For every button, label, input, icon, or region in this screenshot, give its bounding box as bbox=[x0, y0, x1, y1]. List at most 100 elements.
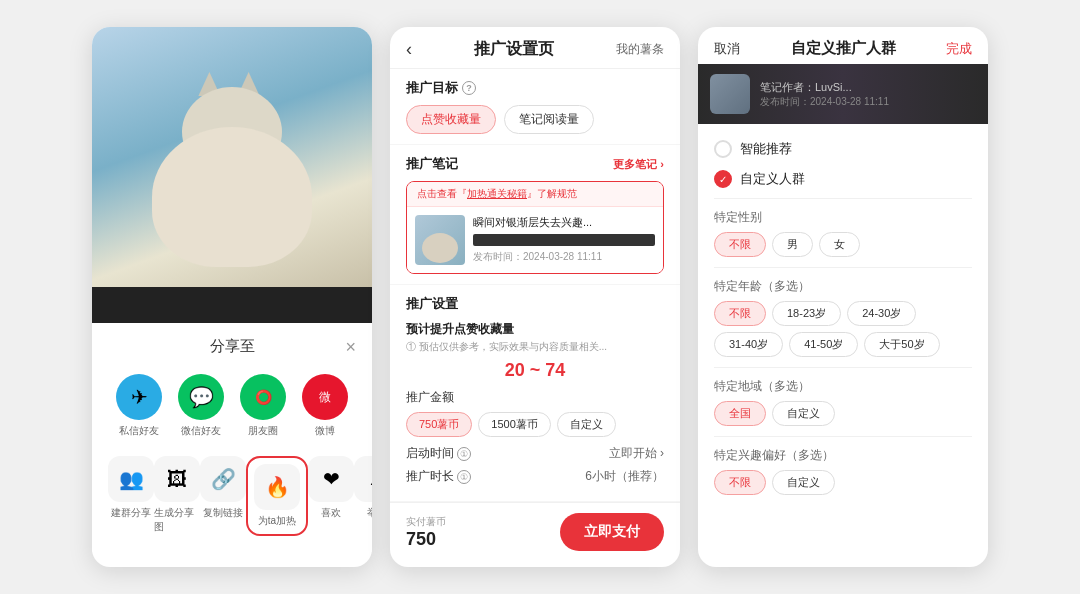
interest-btn-unlimited[interactable]: 不限 bbox=[714, 470, 766, 495]
note-section-title-row: 推广笔记 更多笔记 › bbox=[406, 155, 664, 173]
divider2 bbox=[714, 267, 972, 268]
gender-btn-unlimited[interactable]: 不限 bbox=[714, 232, 766, 257]
share-icons-row2: 👥 建群分享 🖼 生成分享图 🔗 复制链接 🔥 为ta加热 ❤ 喜欢 bbox=[92, 452, 372, 552]
share-moments[interactable]: ⭕ 朋友圈 bbox=[240, 374, 286, 438]
duration-info-icon[interactable]: ① bbox=[457, 470, 471, 484]
cat-photo bbox=[92, 27, 372, 287]
goal-btn-group: 点赞收藏量 笔记阅读量 bbox=[406, 105, 664, 134]
duration-label: 推广时长 ① bbox=[406, 468, 471, 485]
goal-section-title: 推广目标 ? bbox=[406, 79, 664, 97]
age-btn-unlimited[interactable]: 不限 bbox=[714, 301, 766, 326]
share-group[interactable]: 👥 建群分享 bbox=[108, 456, 154, 536]
divider4 bbox=[714, 436, 972, 437]
boost-label: 为ta加热 bbox=[258, 514, 296, 528]
age-btn-41-50[interactable]: 41-50岁 bbox=[789, 332, 858, 357]
promotion-settings-screen: ‹ 推广设置页 我的薯条 推广目标 ? 点赞收藏量 笔记阅读量 推广笔记 更多笔… bbox=[390, 27, 680, 567]
age-filter-btns: 不限 18-23岁 24-30岁 31-40岁 41-50岁 大于50岁 bbox=[714, 301, 972, 357]
goal-btn-likes[interactable]: 点赞收藏量 bbox=[406, 105, 496, 134]
amount-btn-custom[interactable]: 自定义 bbox=[557, 412, 616, 437]
smart-radio[interactable] bbox=[714, 140, 732, 158]
copy-link-icon: 🔗 bbox=[200, 456, 246, 502]
amount-btn-750[interactable]: 750薯币 bbox=[406, 412, 472, 437]
region-btn-custom[interactable]: 自定义 bbox=[772, 401, 835, 426]
moments-icon: ⭕ bbox=[240, 374, 286, 420]
amount-btns: 750薯币 1500薯币 自定义 bbox=[406, 412, 664, 437]
cat-body bbox=[152, 127, 312, 267]
gender-filter-label: 特定性别 bbox=[714, 209, 972, 226]
share-copy-link[interactable]: 🔗 复制链接 bbox=[200, 456, 246, 536]
interest-filter-label: 特定兴趣偏好（多选） bbox=[714, 447, 972, 464]
duration-value[interactable]: 6小时（推荐） bbox=[585, 468, 664, 485]
audience-content: 智能推荐 自定义人群 特定性别 不限 男 女 特定年龄（多选） bbox=[698, 124, 988, 511]
goal-btn-reads[interactable]: 笔记阅读量 bbox=[504, 105, 594, 134]
age-filter: 特定年龄（多选） 不限 18-23岁 24-30岁 31-40岁 41-50岁 … bbox=[714, 272, 972, 363]
footer-coin-label: 实付薯币 bbox=[406, 515, 446, 529]
pay-button[interactable]: 立即支付 bbox=[560, 513, 664, 551]
gender-filter-btns: 不限 男 女 bbox=[714, 232, 972, 257]
private-msg-label: 私信好友 bbox=[119, 424, 159, 438]
amount-row: 推广金额 bbox=[406, 389, 664, 406]
interest-filter-btns: 不限 自定义 bbox=[714, 470, 972, 495]
note-section-title: 推广笔记 bbox=[406, 155, 458, 173]
amount-btn-1500[interactable]: 1500薯币 bbox=[478, 412, 550, 437]
divider3 bbox=[714, 367, 972, 368]
share-like[interactable]: ❤ 喜欢 bbox=[308, 456, 354, 536]
banner-date: 发布时间：2024-03-28 11:11 bbox=[760, 95, 976, 109]
cancel-button[interactable]: 取消 bbox=[714, 40, 740, 58]
custom-radio[interactable] bbox=[714, 170, 732, 188]
interest-btn-custom[interactable]: 自定义 bbox=[772, 470, 835, 495]
report-label: 举报 bbox=[367, 506, 372, 520]
gender-btn-female[interactable]: 女 bbox=[819, 232, 860, 257]
note-section: 推广笔记 更多笔记 › 点击查看『加热通关秘籍』了解规范 瞬间对银渐层失去兴趣.… bbox=[390, 145, 680, 285]
goal-info-icon[interactable]: ? bbox=[462, 81, 476, 95]
done-button[interactable]: 完成 bbox=[946, 40, 972, 58]
avatar-thumbnail bbox=[710, 74, 750, 114]
note-card[interactable]: 点击查看『加热通关秘籍』了解规范 瞬间对银渐层失去兴趣... 发布时间：2024… bbox=[406, 181, 664, 274]
share-report[interactable]: ⚠ 举报 bbox=[354, 456, 372, 536]
note-hint: 点击查看『加热通关秘籍』了解规范 bbox=[407, 182, 663, 207]
age-btn-24-30[interactable]: 24-30岁 bbox=[847, 301, 916, 326]
gender-btn-male[interactable]: 男 bbox=[772, 232, 813, 257]
note-content: 瞬间对银渐层失去兴趣... 发布时间：2024-03-28 11:11 bbox=[407, 207, 663, 273]
note-title: 瞬间对银渐层失去兴趣... bbox=[473, 215, 655, 230]
promo-sub-title: 预计提升点赞收藏量 bbox=[406, 321, 664, 338]
option-custom[interactable]: 自定义人群 bbox=[714, 164, 972, 194]
screen3-title: 自定义推广人群 bbox=[791, 39, 896, 58]
share-private-msg[interactable]: ✈ 私信好友 bbox=[116, 374, 162, 438]
region-btn-all[interactable]: 全国 bbox=[714, 401, 766, 426]
age-filter-label: 特定年龄（多选） bbox=[714, 278, 972, 295]
region-filter-label: 特定地域（多选） bbox=[714, 378, 972, 395]
note-thumb-cat bbox=[422, 233, 458, 263]
share-weibo[interactable]: 微 微博 bbox=[302, 374, 348, 438]
screen2-title: 推广设置页 bbox=[474, 39, 554, 60]
banner-info: 笔记作者：LuvSi... 发布时间：2024-03-28 11:11 bbox=[760, 80, 976, 109]
wechat-friend-label: 微信好友 bbox=[181, 424, 221, 438]
age-btn-18-23[interactable]: 18-23岁 bbox=[772, 301, 841, 326]
promo-settings-section: 推广设置 预计提升点赞收藏量 ① 预估仅供参考，实际效果与内容质量相关... 2… bbox=[390, 285, 680, 502]
age-btn-50plus[interactable]: 大于50岁 bbox=[864, 332, 939, 357]
start-time-info-icon[interactable]: ① bbox=[457, 447, 471, 461]
report-icon: ⚠ bbox=[354, 456, 372, 502]
generate-label: 生成分享图 bbox=[154, 506, 200, 534]
region-filter-btns: 全国 自定义 bbox=[714, 401, 972, 426]
like-label: 喜欢 bbox=[321, 506, 341, 520]
note-hint-link[interactable]: 加热通关秘籍 bbox=[467, 188, 527, 199]
smart-label: 智能推荐 bbox=[740, 140, 792, 158]
back-button[interactable]: ‹ bbox=[406, 39, 412, 60]
share-boost[interactable]: 🔥 为ta加热 bbox=[246, 456, 308, 536]
option-smart[interactable]: 智能推荐 bbox=[714, 134, 972, 164]
my-potatoes-link[interactable]: 我的薯条 bbox=[616, 41, 664, 58]
age-btn-31-40[interactable]: 31-40岁 bbox=[714, 332, 783, 357]
group-icon: 👥 bbox=[108, 456, 154, 502]
footer-coins: 实付薯币 750 bbox=[406, 515, 446, 550]
custom-audience-screen: 取消 自定义推广人群 完成 笔记作者：LuvSi... 发布时间：2024-03… bbox=[698, 27, 988, 567]
more-notes-link[interactable]: 更多笔记 › bbox=[613, 157, 664, 172]
close-button[interactable]: × bbox=[345, 337, 356, 358]
note-info: 瞬间对银渐层失去兴趣... 发布时间：2024-03-28 11:11 bbox=[473, 215, 655, 265]
promo-settings-title: 推广设置 bbox=[406, 295, 664, 313]
audience-banner: 笔记作者：LuvSi... 发布时间：2024-03-28 11:11 bbox=[698, 64, 988, 124]
avatar-cat-image bbox=[710, 74, 750, 114]
share-generate[interactable]: 🖼 生成分享图 bbox=[154, 456, 200, 536]
start-time-value[interactable]: 立即开始 › bbox=[609, 445, 664, 462]
share-wechat-friend[interactable]: 💬 微信好友 bbox=[178, 374, 224, 438]
